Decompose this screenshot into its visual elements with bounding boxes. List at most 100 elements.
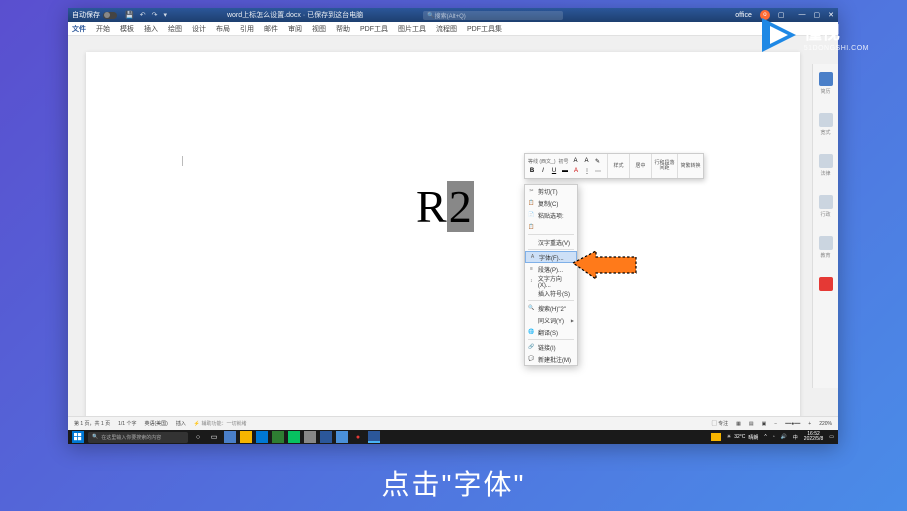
font-color-icon[interactable]: A [572,167,580,175]
weather[interactable]: ☀ 32°C 晴朗 [727,434,759,441]
italic-icon[interactable]: I [539,167,547,175]
tab-review[interactable]: 审阅 [288,24,302,34]
cortana-icon[interactable]: ○ [192,431,204,443]
tab-layout[interactable]: 布局 [216,24,230,34]
tab-mailings[interactable]: 邮件 [264,24,278,34]
app-icon-4[interactable] [304,431,316,443]
font-icon: A [529,254,536,261]
menu-copy[interactable]: 📋复制(C) [525,197,577,209]
save-icon[interactable]: 💾 [125,11,134,19]
increase-font-icon[interactable]: A [572,157,580,165]
menu-search[interactable]: 🔍搜索(H)"2" [525,302,577,314]
page[interactable]: R2 [86,52,800,416]
highlight-icon[interactable]: ▬ [561,167,569,175]
zoom-out-icon[interactable]: − [774,421,777,427]
panel-item-resume[interactable]: 简历 [819,72,833,95]
edge-icon[interactable] [272,431,284,443]
app-icon-5[interactable] [320,431,332,443]
font-name-dropdown[interactable]: 等线 (西文_) [528,158,556,165]
tab-references[interactable]: 引用 [240,24,254,34]
search-icon: 🔍 [427,12,434,19]
panel-item-wide[interactable]: 宽式 [819,113,833,136]
tab-view[interactable]: 视图 [312,24,326,34]
zoom-level[interactable]: 220% [819,421,832,427]
language[interactable]: 英语(美国) [144,420,167,427]
bold-icon[interactable]: B [528,167,536,175]
app-icon-1[interactable] [224,431,236,443]
tab-pdf-toolset[interactable]: PDF工具集 [467,24,502,34]
convert-section[interactable]: 简繁转换 [677,154,703,178]
style-section[interactable]: 样式 [607,154,629,178]
clock[interactable]: 16:52 2022/5/8 [804,432,823,442]
search-box[interactable]: 🔍 搜索(Alt+Q) [423,11,563,20]
menu-translate[interactable]: 🌐翻译(S) [525,326,577,338]
undo-icon[interactable]: ↶ [140,11,146,19]
app-icon-3[interactable] [256,431,268,443]
menu-synonyms[interactable]: 同义词(Y)▶ [525,314,577,326]
word-window: 自动保存 💾 ↶ ↷ ▾ word上标怎么设置.docx · 已保存到这台电脑 … [68,8,838,444]
format-painter-icon[interactable]: ✎ [594,157,602,165]
search-icon: 🔍 [92,434,98,440]
app-icon-2[interactable] [240,431,252,443]
notifications-icon[interactable]: ▭ [829,434,834,440]
zoom-slider[interactable]: ━━●━━ [785,421,800,427]
redo-icon[interactable]: ↷ [152,11,158,19]
record-icon[interactable]: ● [352,431,364,443]
panel-item-gift[interactable] [819,277,833,291]
word-taskbar-icon[interactable] [368,431,380,443]
start-button[interactable] [72,431,84,443]
statusbar: 第 1 页，共 1 页 1/1 个字 英语(美国) 插入 ⚡ 辅助功能：一切就绪… [68,416,838,430]
panel-item-legal[interactable]: 法律 [819,154,833,177]
spacing-section[interactable]: 行和段落间距 [651,154,677,178]
taskview-icon[interactable]: ▭ [208,431,220,443]
tab-picture-tools[interactable]: 图片工具 [398,24,426,34]
tab-home[interactable]: 开始 [96,24,110,34]
insert-mode[interactable]: 插入 [176,420,186,427]
view-read-icon[interactable]: ▤ [749,421,754,427]
decrease-font-icon[interactable]: A [583,157,591,165]
focus-mode[interactable]: ▢ 专注 [712,420,728,427]
tab-insert[interactable]: 插入 [144,24,158,34]
document-area: R2 简历 宽式 法律 行政 教育 [68,36,838,416]
underline-icon[interactable]: U [550,167,558,175]
wechat-icon[interactable] [288,431,300,443]
search-placeholder: 搜索(Alt+Q) [435,11,466,20]
menu-link[interactable]: 🔗链接(I) [525,341,577,353]
wide-icon [819,113,833,127]
tab-file[interactable]: 文件 [72,24,86,34]
direction-icon: ↕ [528,278,535,285]
accessibility[interactable]: ⚡ 辅助功能：一切就绪 [194,420,247,427]
app-icon-6[interactable] [336,431,348,443]
tab-template[interactable]: 模板 [120,24,134,34]
qat-dropdown-icon[interactable]: ▾ [163,11,167,19]
menu-new-comment[interactable]: 💬新建批注(M) [525,353,577,365]
tab-help[interactable]: 帮助 [336,24,350,34]
panel-item-admin[interactable]: 行政 [819,195,833,218]
word-count[interactable]: 1/1 个字 [118,420,136,427]
taskbar-search[interactable]: 🔍 在这里输入你要搜索的内容 [88,432,188,443]
menu-paste[interactable]: 📄粘贴选项: [525,209,577,221]
tab-draw[interactable]: 绘图 [168,24,182,34]
view-web-icon[interactable]: ▣ [762,421,767,427]
center-section[interactable]: 居中 [629,154,651,178]
zoom-in-icon[interactable]: + [808,421,811,427]
tray-chevron-icon[interactable]: ^ [764,434,766,440]
tray-icon-2[interactable]: 🔊 [781,434,787,440]
tray-icon-3[interactable]: 中 [793,434,798,441]
panel-item-edu[interactable]: 教育 [819,236,833,259]
menu-separator [528,300,574,301]
numbering-icon[interactable]: ⋯ [594,167,602,175]
page-info[interactable]: 第 1 页，共 1 页 [74,420,110,427]
tab-pdf-tools[interactable]: PDF工具 [360,24,388,34]
tab-flowchart[interactable]: 流程图 [436,24,457,34]
bullets-icon[interactable]: ⋮ [583,167,591,175]
explorer-tray-icon[interactable] [711,433,721,441]
menu-cut[interactable]: ✂剪切(T) [525,185,577,197]
view-layout-icon[interactable]: ▦ [736,421,741,427]
font-size-dropdown[interactable]: 初号 [559,158,569,165]
menu-paste-options[interactable]: 📋 [525,221,577,233]
autosave-toggle[interactable] [103,12,117,19]
tab-design[interactable]: 设计 [192,24,206,34]
tray-icon-1[interactable]: ▫ [773,434,775,440]
document-text[interactable]: R2 [416,180,474,233]
